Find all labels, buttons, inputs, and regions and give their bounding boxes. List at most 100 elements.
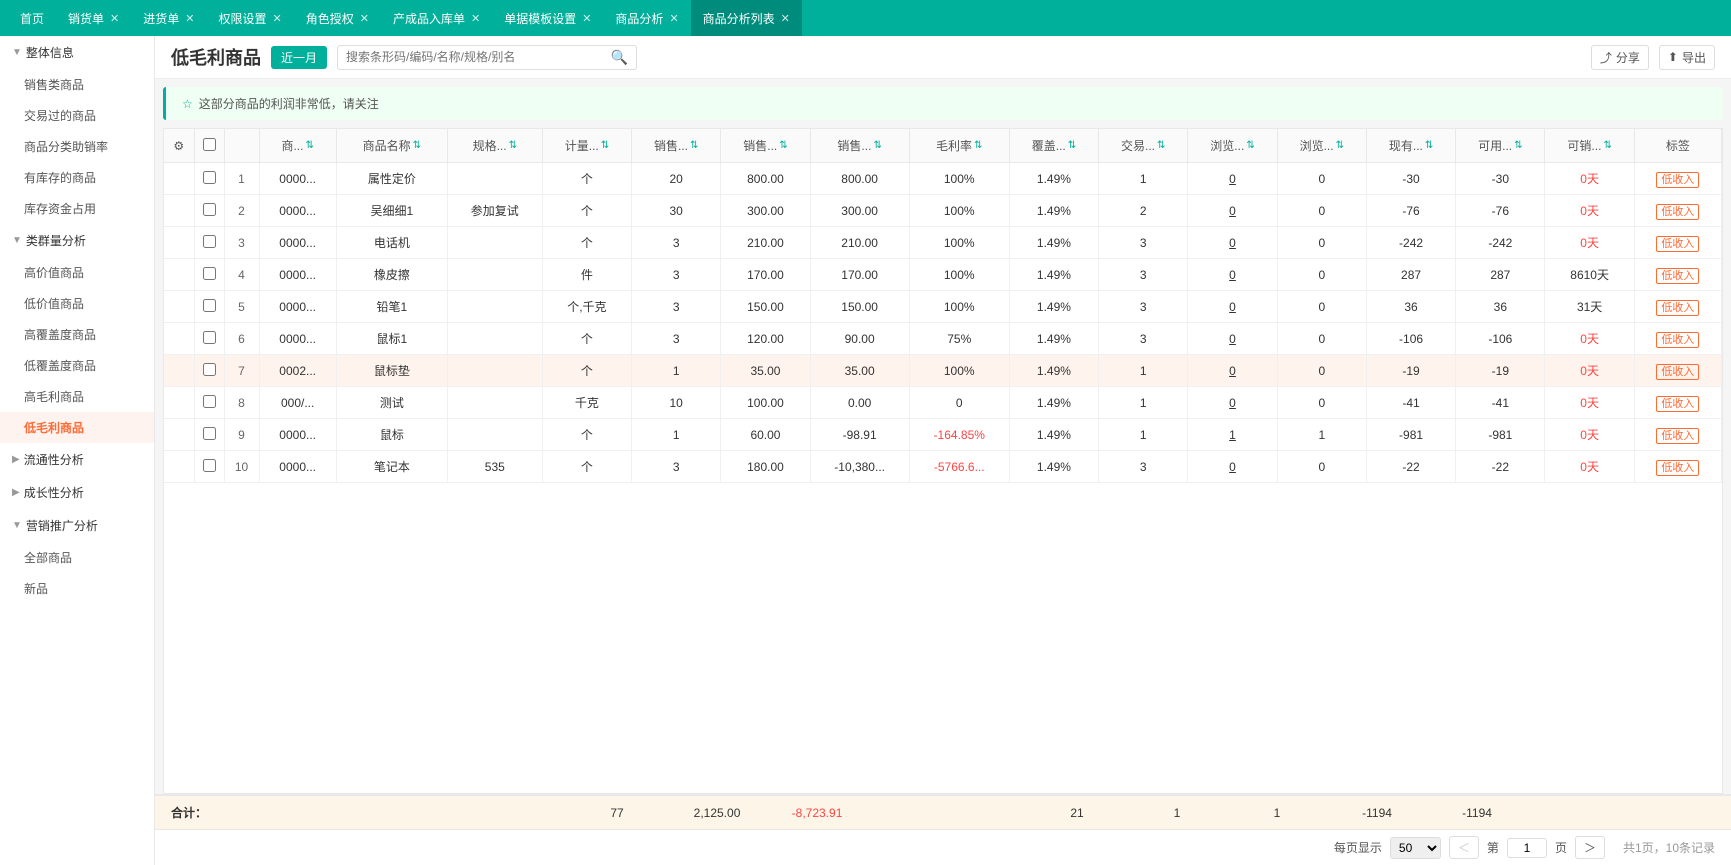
- sidebar-item-new-products[interactable]: 新品: [0, 573, 154, 604]
- browse1-link[interactable]: 1: [1229, 428, 1236, 442]
- sort-browse1-icon[interactable]: ⇅: [1246, 140, 1254, 151]
- cell-browse1[interactable]: 0: [1188, 451, 1277, 483]
- sort-transaction-icon[interactable]: ⇅: [1157, 140, 1165, 151]
- sidebar-item-high-coverage[interactable]: 高覆盖度商品: [0, 319, 154, 350]
- nav-permissions[interactable]: 权限设置 ✕: [206, 0, 293, 36]
- sort-stock-icon[interactable]: ⇅: [1425, 140, 1433, 151]
- sort-coverage-icon[interactable]: ⇅: [1068, 140, 1076, 151]
- sort-name-icon[interactable]: ⇅: [413, 140, 421, 151]
- sidebar-item-category-sales-rate[interactable]: 商品分类助销率: [0, 131, 154, 162]
- row-checkbox[interactable]: [203, 427, 216, 440]
- nav-sales-order[interactable]: 销货单 ✕: [56, 0, 131, 36]
- nav-purchase-order[interactable]: 进货单 ✕: [131, 0, 206, 36]
- row-checkbox[interactable]: [203, 267, 216, 280]
- sort-spec-icon[interactable]: ⇅: [509, 140, 517, 151]
- nav-template-close-icon[interactable]: ✕: [582, 12, 591, 25]
- sidebar-group-marketing[interactable]: ▼ 营销推广分析: [0, 509, 154, 542]
- select-all-checkbox[interactable]: [203, 138, 216, 151]
- cell-check[interactable]: [194, 387, 224, 419]
- row-checkbox[interactable]: [203, 363, 216, 376]
- search-input[interactable]: [346, 50, 605, 64]
- row-checkbox[interactable]: [203, 299, 216, 312]
- nav-product-analysis-close-icon[interactable]: ✕: [669, 12, 678, 25]
- sort-qty-icon[interactable]: ⇅: [690, 140, 698, 151]
- nav-role-auth[interactable]: 角色授权 ✕: [294, 0, 381, 36]
- sidebar-group-circulation[interactable]: ▶ 流通性分析: [0, 443, 154, 476]
- nav-product-close-icon[interactable]: ✕: [471, 12, 480, 25]
- nav-list-close-icon[interactable]: ✕: [781, 12, 790, 25]
- row-checkbox[interactable]: [203, 331, 216, 344]
- sort-price-icon[interactable]: ⇅: [779, 140, 787, 151]
- cell-browse1[interactable]: 0: [1188, 227, 1277, 259]
- sidebar-group-cluster[interactable]: ▼ 类群量分析: [0, 224, 154, 257]
- sidebar-group-growth[interactable]: ▶ 成长性分析: [0, 476, 154, 509]
- sort-unit-icon[interactable]: ⇅: [601, 140, 609, 151]
- sort-browse2-icon[interactable]: ⇅: [1336, 140, 1344, 151]
- cell-check[interactable]: [194, 227, 224, 259]
- sort-available-icon[interactable]: ⇅: [1514, 140, 1522, 151]
- nav-product-entry[interactable]: 产成品入库单 ✕: [381, 0, 492, 36]
- sidebar-item-stock-capital[interactable]: 库存资金占用: [0, 193, 154, 224]
- sort-code-icon[interactable]: ⇅: [305, 140, 313, 151]
- sort-gross-icon[interactable]: ⇅: [974, 140, 982, 151]
- sidebar-item-high-value[interactable]: 高价值商品: [0, 257, 154, 288]
- cell-check[interactable]: [194, 451, 224, 483]
- nav-home[interactable]: 首页: [8, 0, 56, 36]
- sort-saleable-icon[interactable]: ⇅: [1603, 140, 1611, 151]
- row-checkbox[interactable]: [203, 203, 216, 216]
- export-button[interactable]: ⬆ 导出: [1659, 45, 1715, 70]
- share-button[interactable]: ⤴ 分享: [1591, 45, 1649, 70]
- sidebar-item-low-value[interactable]: 低价值商品: [0, 288, 154, 319]
- cell-check[interactable]: [194, 163, 224, 195]
- cell-check[interactable]: [194, 323, 224, 355]
- nav-template-settings[interactable]: 单据模板设置 ✕: [492, 0, 603, 36]
- sidebar-item-low-coverage[interactable]: 低覆盖度商品: [0, 350, 154, 381]
- page-number-input[interactable]: [1507, 838, 1547, 858]
- browse1-link[interactable]: 0: [1229, 332, 1236, 346]
- cell-check[interactable]: [194, 195, 224, 227]
- row-checkbox[interactable]: [203, 171, 216, 184]
- sort-amount-icon[interactable]: ⇅: [873, 140, 881, 151]
- row-checkbox[interactable]: [203, 395, 216, 408]
- browse1-link[interactable]: 0: [1229, 172, 1236, 186]
- next-page-button[interactable]: ＞: [1575, 836, 1605, 859]
- browse1-link[interactable]: 0: [1229, 236, 1236, 250]
- nav-purchase-close-icon[interactable]: ✕: [185, 12, 194, 25]
- th-settings[interactable]: ⚙: [164, 129, 194, 163]
- nav-product-analysis-list[interactable]: 商品分析列表 ✕: [691, 0, 802, 36]
- cell-browse1[interactable]: 1: [1188, 419, 1277, 451]
- sidebar-item-high-margin[interactable]: 高毛利商品: [0, 381, 154, 412]
- nav-product-analysis[interactable]: 商品分析 ✕: [603, 0, 690, 36]
- browse1-link[interactable]: 0: [1229, 268, 1236, 282]
- cell-check[interactable]: [194, 355, 224, 387]
- browse1-link[interactable]: 0: [1229, 204, 1236, 218]
- sidebar-item-traded-products[interactable]: 交易过的商品: [0, 100, 154, 131]
- cell-browse1[interactable]: 0: [1188, 195, 1277, 227]
- cell-check[interactable]: [194, 291, 224, 323]
- nav-sales-close-icon[interactable]: ✕: [110, 12, 119, 25]
- sidebar-item-stocked-products[interactable]: 有库存的商品: [0, 162, 154, 193]
- browse1-link[interactable]: 0: [1229, 300, 1236, 314]
- cell-browse1[interactable]: 0: [1188, 291, 1277, 323]
- sidebar-item-low-margin[interactable]: 低毛利商品: [0, 412, 154, 443]
- cell-browse1[interactable]: 0: [1188, 355, 1277, 387]
- cell-browse1[interactable]: 0: [1188, 387, 1277, 419]
- cell-check[interactable]: [194, 419, 224, 451]
- nav-role-close-icon[interactable]: ✕: [360, 12, 369, 25]
- cell-check[interactable]: [194, 259, 224, 291]
- page-size-select[interactable]: 50 100 200: [1390, 837, 1441, 859]
- table-container[interactable]: ⚙ 商...⇅ 商品名称⇅ 规格...⇅: [163, 128, 1723, 794]
- time-filter-button[interactable]: 近一月: [271, 46, 327, 69]
- sidebar-group-overall[interactable]: ▼ 整体信息: [0, 36, 154, 69]
- th-check[interactable]: [194, 129, 224, 163]
- cell-browse1[interactable]: 0: [1188, 259, 1277, 291]
- cell-browse1[interactable]: 0: [1188, 163, 1277, 195]
- sidebar-item-sales-products[interactable]: 销售类商品: [0, 69, 154, 100]
- settings-icon[interactable]: ⚙: [173, 139, 184, 153]
- browse1-link[interactable]: 0: [1229, 364, 1236, 378]
- browse1-link[interactable]: 0: [1229, 396, 1236, 410]
- cell-browse1[interactable]: 0: [1188, 323, 1277, 355]
- prev-page-button[interactable]: ＜: [1449, 836, 1479, 859]
- search-icon[interactable]: 🔍: [611, 49, 628, 66]
- row-checkbox[interactable]: [203, 235, 216, 248]
